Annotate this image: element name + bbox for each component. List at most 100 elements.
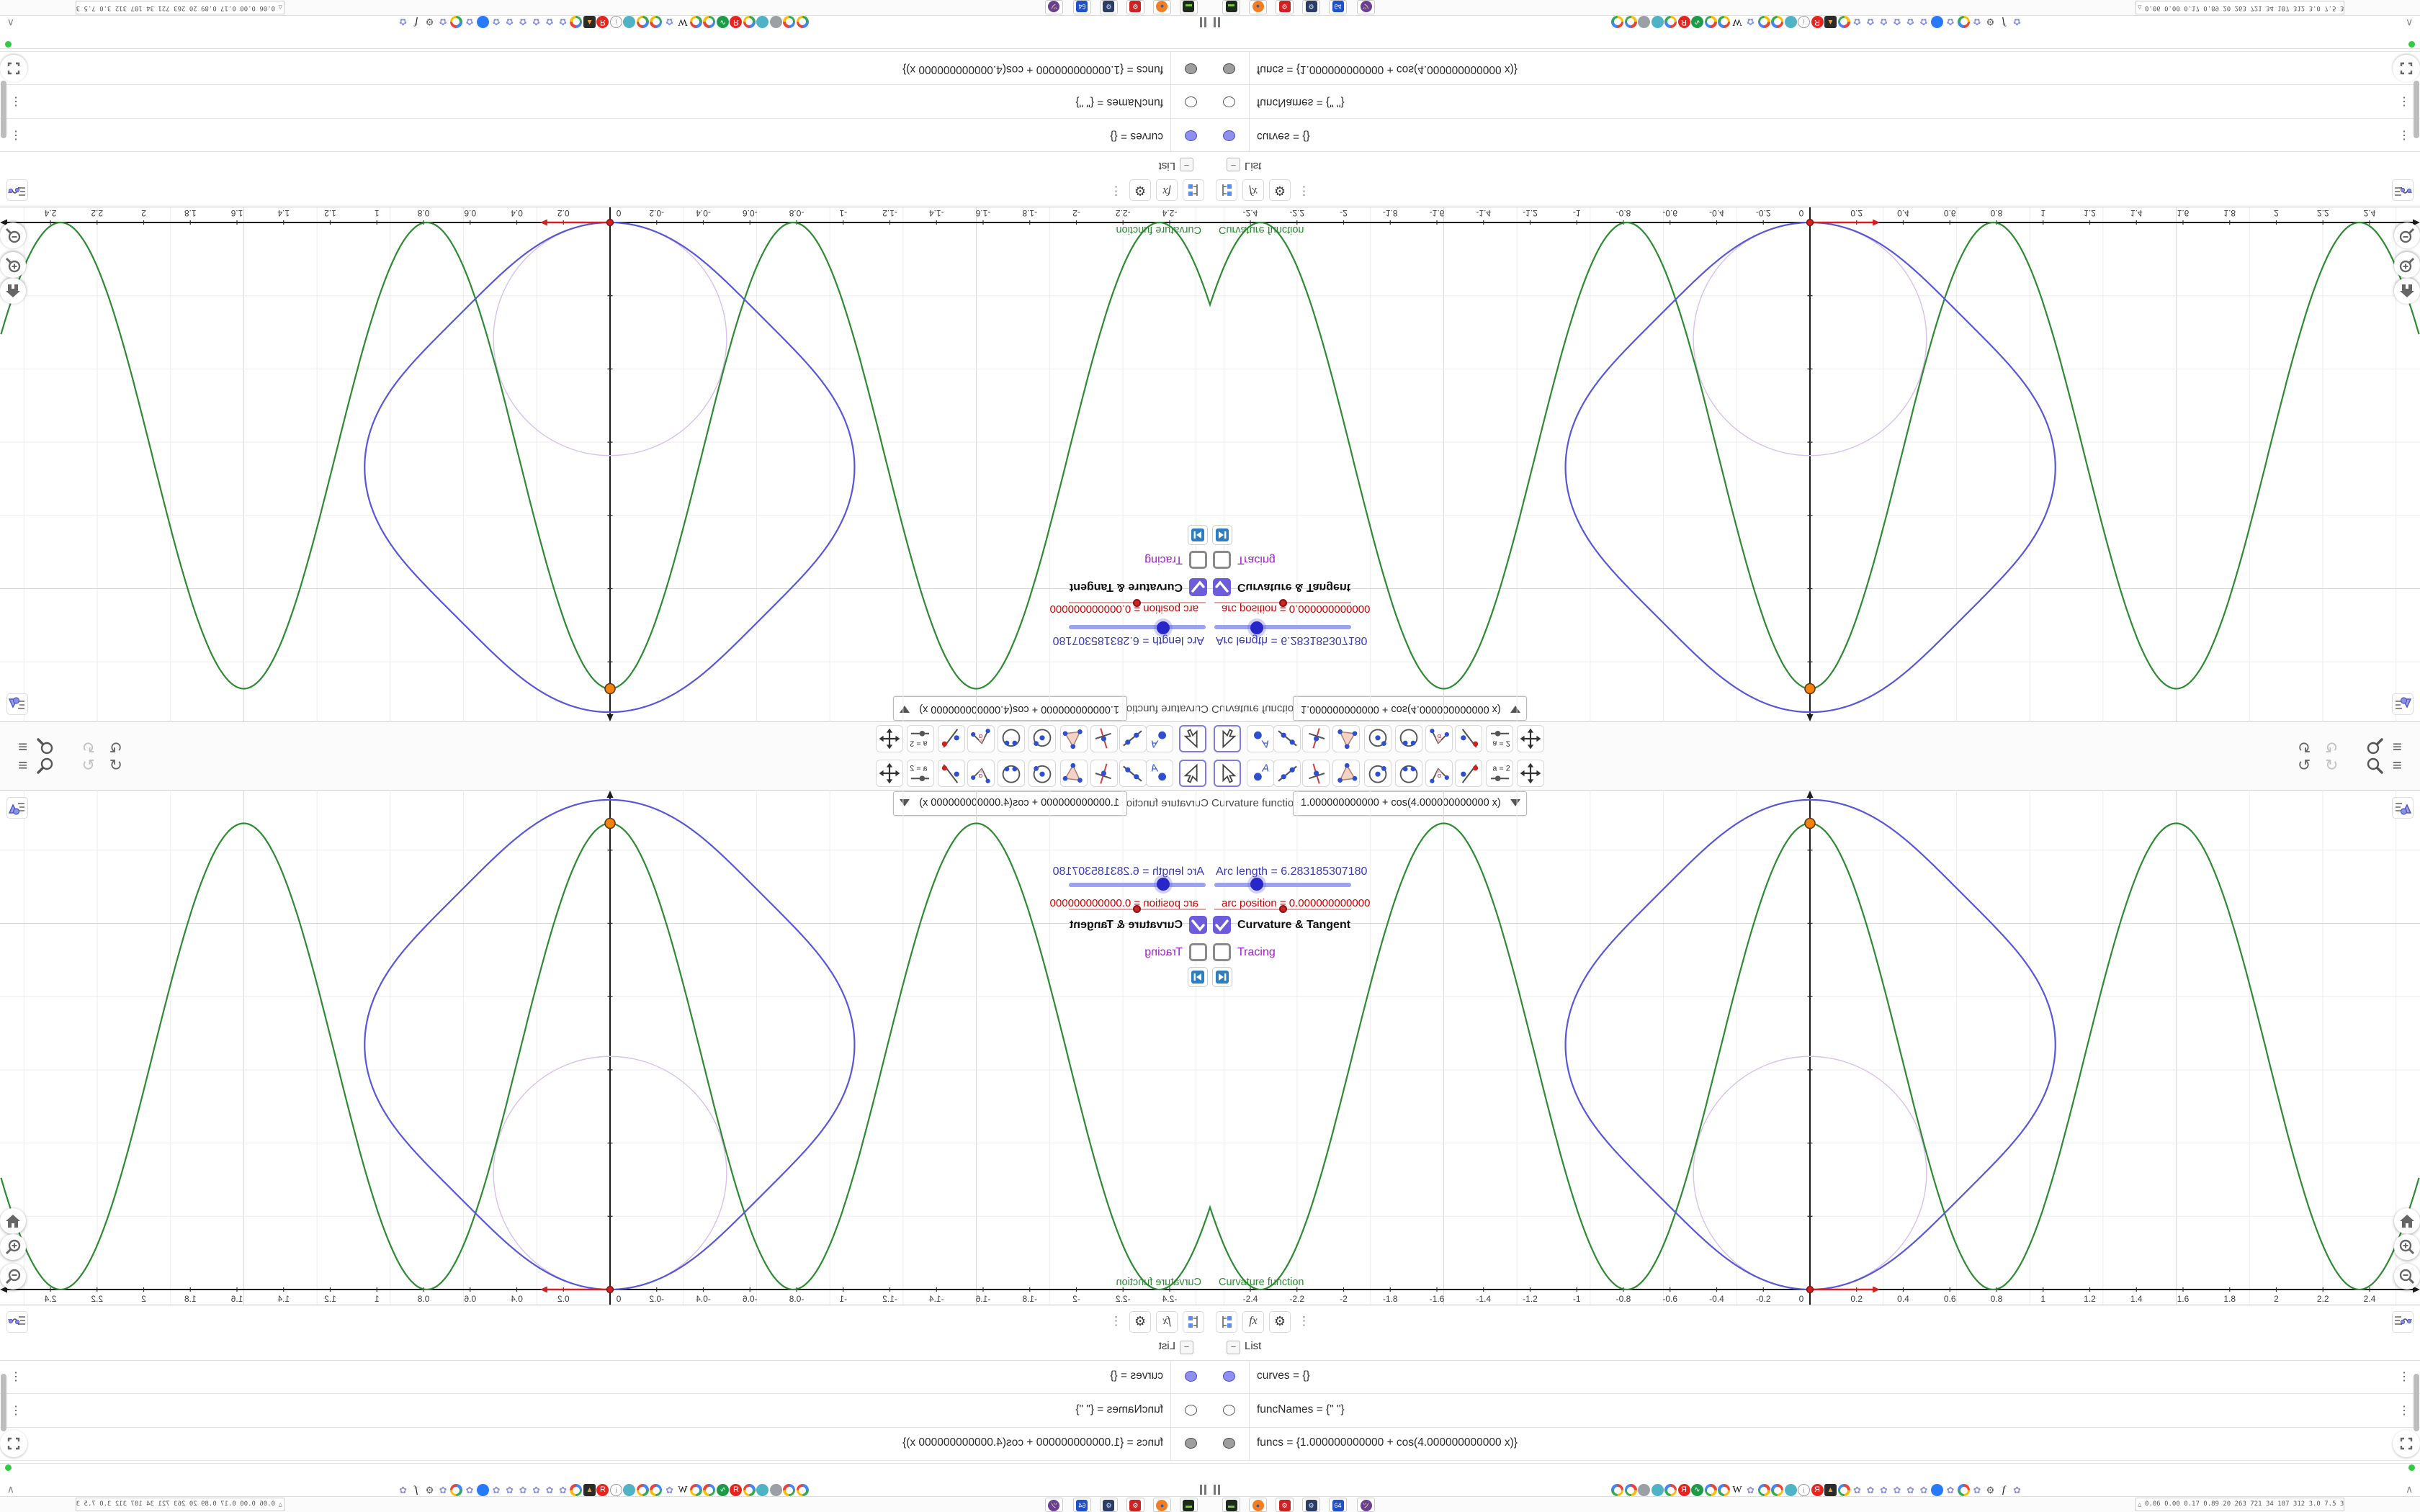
system-monitor-icon[interactable]: ⚙ (1302, 1498, 1320, 1512)
tab-favicon-flower[interactable]: ✿ (437, 16, 449, 28)
tab-favicon-photos[interactable]: ▲ (583, 16, 596, 28)
tab-favicon-flower[interactable]: ✿ (1865, 1484, 1877, 1496)
floppy-64-icon[interactable]: 64 (1073, 0, 1091, 14)
zoom-out-button[interactable] (2394, 222, 2420, 248)
tab-favicon-bluedot[interactable] (1931, 1484, 1943, 1496)
tab-favicon-g[interactable] (797, 16, 809, 28)
search-icon[interactable] (2365, 756, 2384, 779)
tool-angle[interactable]: α (1425, 760, 1453, 787)
firefox-icon[interactable]: ● (1249, 0, 1267, 14)
tool-circle-center-point[interactable] (1364, 760, 1392, 787)
visibility-toggle-white[interactable] (1185, 96, 1197, 108)
tool-circle-center-point[interactable] (1028, 760, 1056, 787)
visibility-toggle-gray[interactable] (1223, 63, 1235, 74)
tool-reflect-about-line[interactable] (938, 725, 965, 752)
algebra-row[interactable]: curves = {} ⋮ (0, 118, 1210, 152)
tab-favicon-orb2[interactable] (756, 1484, 769, 1496)
algebra-tree-view-button[interactable] (1216, 179, 1237, 201)
tab-favicon-flower[interactable]: ✿ (557, 16, 569, 28)
algebra-row[interactable]: funcs = {1.000000000000 + cos(4.00000000… (1210, 50, 2420, 85)
tool-move-select[interactable] (1179, 725, 1206, 752)
tab-favicon-g[interactable] (1624, 16, 1637, 28)
tab-favicon-flower[interactable]: ✿ (544, 16, 556, 28)
algebra-row[interactable]: curves = {} ⋮ (1210, 1360, 2420, 1394)
firefox-icon[interactable]: ● (1153, 0, 1171, 14)
arc-length-slider[interactable] (1069, 878, 1206, 891)
tool-polygon[interactable] (1060, 760, 1088, 787)
tool-perpendicular-line[interactable] (1302, 760, 1330, 787)
algebra-row[interactable]: funcs = {1.000000000000 + cos(4.00000000… (0, 50, 1210, 85)
tool-point[interactable]: A (1247, 760, 1274, 787)
function-input-button[interactable]: fx (1242, 179, 1264, 201)
graphics-view[interactable]: -2.4 -2.2 -2 -1.8 -1.6 -1.4 -1.2 -1 -0.8 -0.6 -0.4… (1210, 790, 2420, 1305)
tab-favicon-g[interactable] (1771, 16, 1783, 28)
tab-favicon-g[interactable] (783, 1484, 796, 1496)
zoom-in-button[interactable] (0, 1234, 26, 1260)
arc-length-slider[interactable] (1069, 621, 1206, 634)
tab-favicon-photos[interactable]: ▲ (1824, 1484, 1837, 1496)
pause-icon[interactable] (1199, 17, 1206, 27)
tool-point[interactable]: A (1146, 725, 1173, 752)
algebra-scrollbar[interactable] (1, 1374, 6, 1431)
tab-favicon-wiki[interactable]: W (677, 1484, 689, 1496)
tab-favicon-flower[interactable]: ✿ (663, 16, 676, 28)
tab-favicon-flower[interactable]: ✿ (663, 1484, 676, 1496)
algebra-stylebar-toggle[interactable] (2392, 1311, 2414, 1333)
zoom-out-button[interactable] (0, 1264, 26, 1290)
algebra-tree-view-button[interactable] (1183, 1311, 1204, 1333)
redo-icon[interactable]: ↻ (82, 756, 95, 775)
row-kebab-menu[interactable]: ⋮ (2398, 94, 2410, 109)
tab-favicon-g[interactable] (1757, 16, 1770, 28)
tab-favicon-flower[interactable]: ✿ (503, 1484, 516, 1496)
tab-favicon-g[interactable] (1718, 1484, 1730, 1496)
archive-manager-icon[interactable]: ▬ (1222, 1498, 1240, 1512)
tool-point[interactable]: A (1146, 760, 1173, 787)
visibility-toggle-gray[interactable] (1185, 63, 1197, 74)
visibility-toggle-blue[interactable] (1185, 1371, 1197, 1382)
home-view-button[interactable] (0, 278, 26, 304)
tab-favicon-g[interactable] (1704, 16, 1717, 28)
floppy-64-icon[interactable]: 64 (1329, 0, 1347, 14)
tool-line[interactable] (1119, 725, 1147, 752)
fullscreen-button[interactable] (0, 1430, 27, 1458)
settings-red-icon[interactable]: ⚙ (1126, 0, 1144, 14)
tab-favicon-orb1[interactable] (770, 16, 782, 28)
tab-favicon-flower[interactable]: ✿ (1945, 16, 1957, 28)
tab-favicon-f[interactable]: f (1998, 1484, 2010, 1496)
visibility-toggle-gray[interactable] (1185, 1438, 1197, 1449)
visibility-toggle-blue[interactable] (1223, 130, 1235, 141)
tab-favicon-orb1[interactable] (1638, 1484, 1650, 1496)
arc-position-slider[interactable] (1214, 905, 1351, 913)
tab-favicon-g[interactable] (570, 16, 583, 28)
tab-favicon-flower[interactable]: ✿ (1744, 16, 1757, 28)
collapse-icon[interactable]: − (1180, 1341, 1193, 1354)
tool-slider[interactable]: a = 2 (1486, 760, 1513, 787)
tab-favicon-flower[interactable]: ✿ (1945, 1484, 1957, 1496)
arc-length-slider-handle[interactable] (1157, 878, 1170, 891)
graphics-stylebar-toggle[interactable] (6, 693, 28, 715)
floppy-64-icon[interactable]: 64 (1073, 1498, 1091, 1512)
tab-favicon-gear[interactable]: ⚙ (1984, 16, 1996, 28)
tab-favicon-flower[interactable]: ✿ (1851, 16, 1863, 28)
tab-favicon-g[interactable] (690, 1484, 702, 1496)
graphics-stylebar-toggle[interactable] (2392, 693, 2414, 715)
collapse-icon[interactable]: − (1227, 158, 1240, 171)
algebra-kebab-menu[interactable]: ⋮ (1110, 184, 1122, 198)
gimp-icon[interactable]: ツ (1045, 0, 1063, 14)
firefox-icon[interactable]: ● (1249, 1498, 1267, 1512)
tab-favicon-g[interactable] (703, 16, 716, 28)
settings-gear-button[interactable]: ⚙ (1269, 1311, 1291, 1333)
chevron-up-icon[interactable]: ∧ (7, 17, 14, 29)
tool-perpendicular-line[interactable] (1090, 725, 1118, 752)
tab-favicon-orb1[interactable] (1638, 16, 1650, 28)
zoom-in-button[interactable] (2394, 252, 2420, 278)
arc-position-slider[interactable] (1214, 599, 1351, 607)
undo-icon[interactable]: ↺ (109, 737, 122, 756)
tab-favicon-flower[interactable]: ✿ (1851, 1484, 1863, 1496)
visibility-toggle-white[interactable] (1223, 1404, 1235, 1416)
menu-icon[interactable]: ≡ (18, 737, 27, 756)
graphics-view[interactable]: -2.4 -2.2 -2 -1.8 -1.6 -1.4 -1.2 -1 -0.8 -0.6 -0.4… (0, 790, 1210, 1305)
tool-polygon[interactable] (1332, 725, 1360, 752)
tool-move-graphics-view[interactable] (1517, 760, 1544, 787)
tool-slider[interactable]: a = 2 (1486, 725, 1513, 752)
